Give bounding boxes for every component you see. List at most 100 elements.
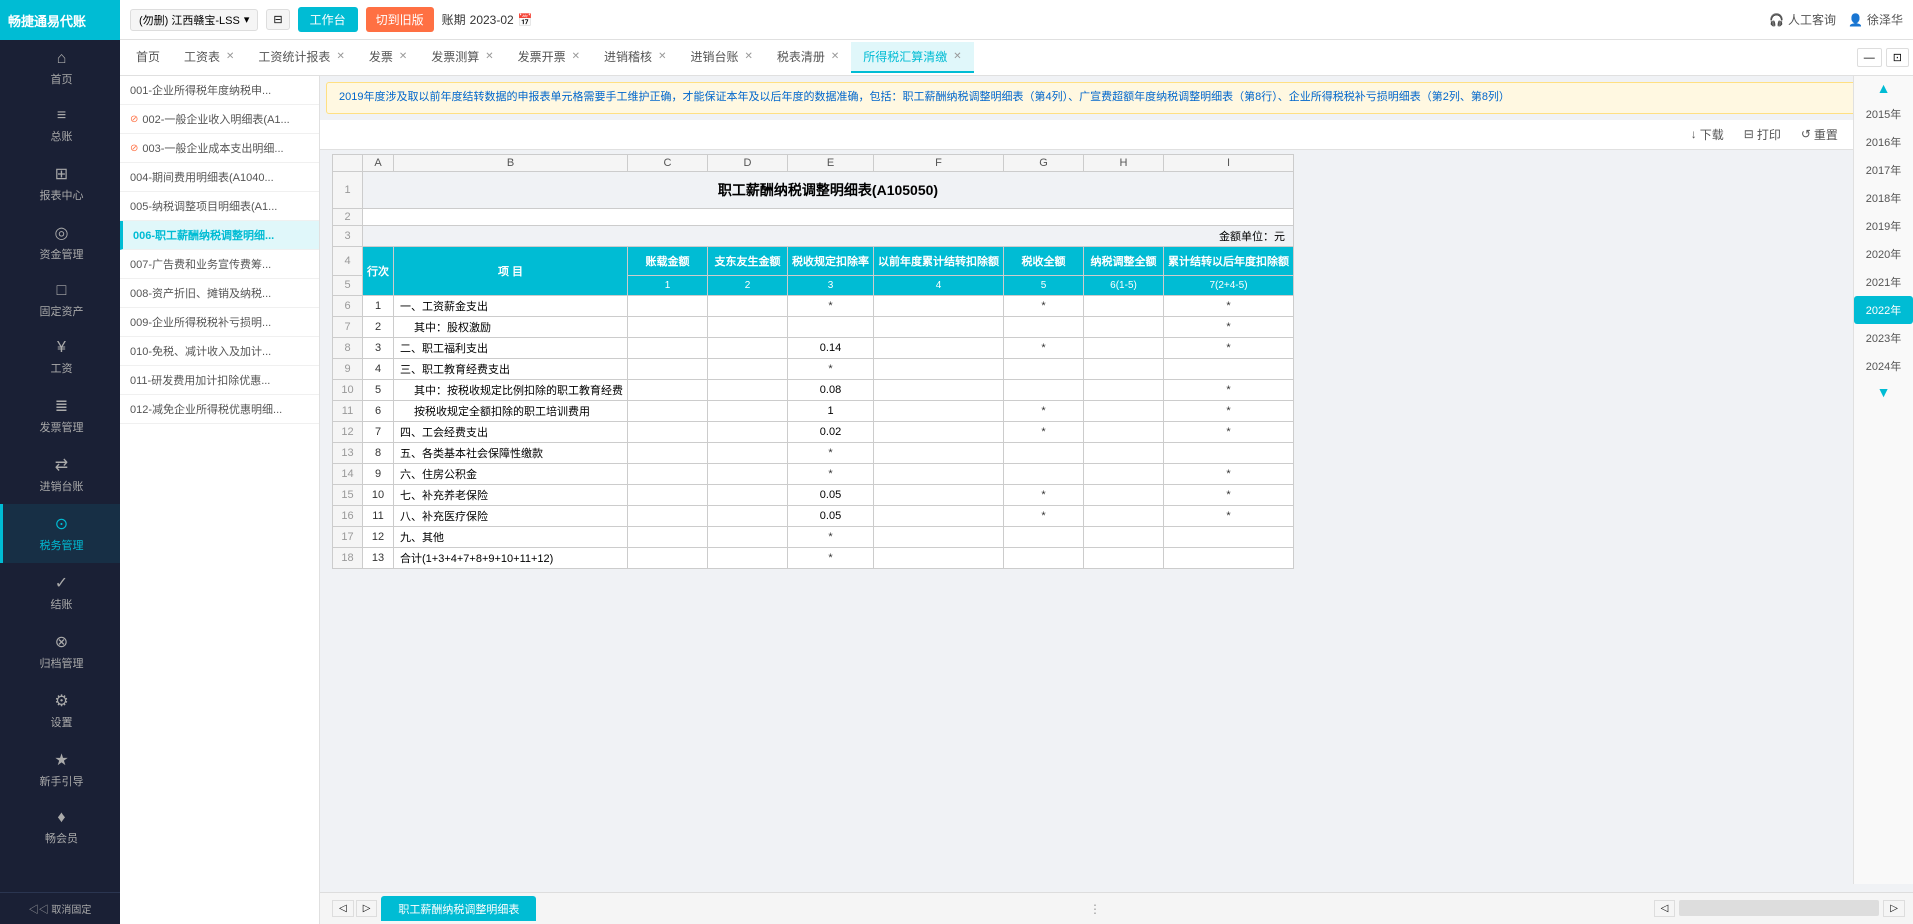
report-item-003[interactable]: ⊘ 003-一般企业成本支出明细... [120,134,319,163]
tab-purchase-ledger[interactable]: 进销台账✕ [678,42,764,73]
tab-purchase-check[interactable]: 进销稽核✕ [592,42,678,73]
sidebar-item-archive[interactable]: ⊗ 归档管理 [0,622,120,681]
sub-header-d: 2 [708,275,788,295]
year-item-2016[interactable]: 2016年 [1854,128,1913,156]
report-item-012[interactable]: 012-减免企业所得税优惠明细... [120,395,319,424]
tab-tax-clear[interactable]: 税表清册✕ [765,42,851,73]
scroll-left-button[interactable]: ◁ [1654,900,1676,917]
tab-invoice-calc[interactable]: 发票测算✕ [419,42,505,73]
scroll-right-button[interactable]: ▷ [1883,900,1905,917]
sidebar-item-label: 发票管理 [40,419,84,435]
report-item-001[interactable]: 001-企业所得税年度纳税申... [120,76,319,105]
sidebar-item-purchase[interactable]: ⇄ 进销台账 [0,445,120,504]
salary-icon: ¥ [57,339,66,357]
year-item-2017[interactable]: 2017年 [1854,156,1913,184]
sidebar-item-guide[interactable]: ★ 新手引导 [0,740,120,799]
user-profile[interactable]: 👤 徐泽华 [1848,11,1903,28]
report-item-004[interactable]: 004-期间费用明细表(A1040... [120,163,319,192]
tab-close-invoice[interactable]: ✕ [399,51,407,62]
report-item-010[interactable]: 010-免税、减计收入及加计... [120,337,319,366]
support-label: 人工客询 [1788,11,1836,28]
data-table: A B C D E F G H I [332,154,1294,569]
report-item-005[interactable]: 005-纳税调整项目明细表(A1... [120,192,319,221]
report-item-007[interactable]: 007-广告费和业务宣传费筹... [120,250,319,279]
year-item-2021[interactable]: 2021年 [1854,268,1913,296]
year-item-2023[interactable]: 2023年 [1854,324,1913,352]
header-item: 项 目 [394,246,628,295]
tab-home[interactable]: 首页 [124,42,172,73]
sidebar-item-invoice[interactable]: ≣ 发票管理 [0,386,120,445]
chevron-down-icon: ▾ [244,13,250,26]
year-item-2024[interactable]: 2024年 [1854,352,1913,380]
tab-close-salary[interactable]: ✕ [226,51,234,62]
app-logo: 畅捷通易代账 [0,0,120,40]
tab-close-tax-clear[interactable]: ✕ [831,51,839,62]
report-item-011[interactable]: 011-研发费用加计扣除优惠... [120,366,319,395]
tab-invoice-open[interactable]: 发票开票✕ [506,42,592,73]
bottom-tab-main[interactable]: 职工薪酬纳税调整明细表 [381,896,536,921]
minimize-button[interactable]: — [1857,48,1882,67]
company-selector[interactable]: (勿删) 江西赣宝-LSS ▾ [130,9,258,31]
report-item-009[interactable]: 009-企业所得税税补亏损明... [120,308,319,337]
download-button[interactable]: ↓ 下载 [1685,124,1730,145]
year-item-2022[interactable]: 2022年 [1854,296,1913,324]
nav-prev-button[interactable]: ◁ [332,900,354,917]
col-header-a: A [363,154,394,171]
year-item-2020[interactable]: 2020年 [1854,240,1913,268]
print-button[interactable]: ⊟ 打印 [1738,124,1787,145]
header-g: 税收全额 [1004,246,1084,275]
report-item-006[interactable]: 006-职工薪酬纳税调整明细... [120,221,319,250]
tab-close-purchase-check[interactable]: ✕ [658,51,666,62]
col-header-b: B [394,154,628,171]
switch-old-version-button[interactable]: 切到旧版 [366,7,434,32]
title-row: 1 职工薪酬纳税调整明细表(A105050) [333,171,1294,208]
sidebar-item-capital[interactable]: ◎ 资金管理 [0,213,120,272]
tab-close-purchase-ledger[interactable]: ✕ [744,51,752,62]
sidebar-item-close[interactable]: ✓ 结账 [0,563,120,622]
col-header-g: G [1004,154,1084,171]
tab-income-tax[interactable]: 所得税汇算清缴✕ [851,42,973,73]
year-item-2018[interactable]: 2018年 [1854,184,1913,212]
tab-salary[interactable]: 工资表✕ [172,42,246,73]
maximize-button[interactable]: ⊡ [1886,48,1909,67]
sidebar-item-tax[interactable]: ⊙ 税务管理 [0,504,120,563]
horizontal-scrollbar[interactable] [1679,900,1879,916]
header-i: 累计结转以后年度扣除额 [1164,246,1294,275]
reset-button[interactable]: ↺ 重置 [1795,124,1844,145]
tab-close-invoice-open[interactable]: ✕ [572,51,580,62]
nav-next-button[interactable]: ▷ [356,900,378,917]
sidebar-item-report[interactable]: ⊞ 报表中心 [0,154,120,213]
year-scroll-down[interactable]: ▼ [1854,380,1913,404]
sidebar-item-member[interactable]: ♦ 畅会员 [0,799,120,856]
sidebar-item-label: 资金管理 [40,246,84,262]
year-item-2015[interactable]: 2015年 [1854,100,1913,128]
sidebar-item-ledger[interactable]: ≡ 总账 [0,97,120,154]
download-icon: ↓ [1691,127,1697,141]
sidebar-item-asset[interactable]: □ 固定资产 [0,272,120,329]
tab-close-invoice-calc[interactable]: ✕ [485,51,493,62]
year-scroll-up[interactable]: ▲ [1854,76,1913,100]
bottom-tab-more[interactable]: ⋮ [1089,902,1101,916]
data-row-14: 14 9 六、住房公积金 * * [333,463,1294,484]
data-row-18: 18 13 合计(1+3+4+7+8+9+10+11+12) * [333,547,1294,568]
col-header-c: C [628,154,708,171]
tab-invoice[interactable]: 发票✕ [357,42,419,73]
header-h: 纳税调整全额 [1084,246,1164,275]
logo-text: 畅捷通易代账 [8,11,86,30]
sidebar-item-settings[interactable]: ⚙ 设置 [0,681,120,740]
tab-close-income-tax[interactable]: ✕ [953,51,961,62]
cancel-fixed-button[interactable]: ◁◁ 取消固定 [0,892,120,924]
customer-support[interactable]: 🎧 人工客询 [1769,11,1836,28]
sidebar-item-salary[interactable]: ¥ 工资 [0,329,120,386]
period-value: 2023-02 [470,13,514,27]
calendar-icon-button[interactable]: ⊟ [266,9,289,30]
year-item-2019[interactable]: 2019年 [1854,212,1913,240]
sidebar-item-label: 设置 [51,714,73,730]
tab-close-salary-report[interactable]: ✕ [336,51,344,62]
workbench-button[interactable]: 工作台 [298,7,358,32]
sidebar-item-home[interactable]: ⌂ 首页 [0,40,120,97]
report-item-002[interactable]: ⊘ 002-一般企业收入明细表(A1... [120,105,319,134]
data-row-9: 9 4 三、职工教育经费支出 * [333,358,1294,379]
tab-salary-report[interactable]: 工资统计报表✕ [246,42,356,73]
report-item-008[interactable]: 008-资产折旧、摊销及纳税... [120,279,319,308]
